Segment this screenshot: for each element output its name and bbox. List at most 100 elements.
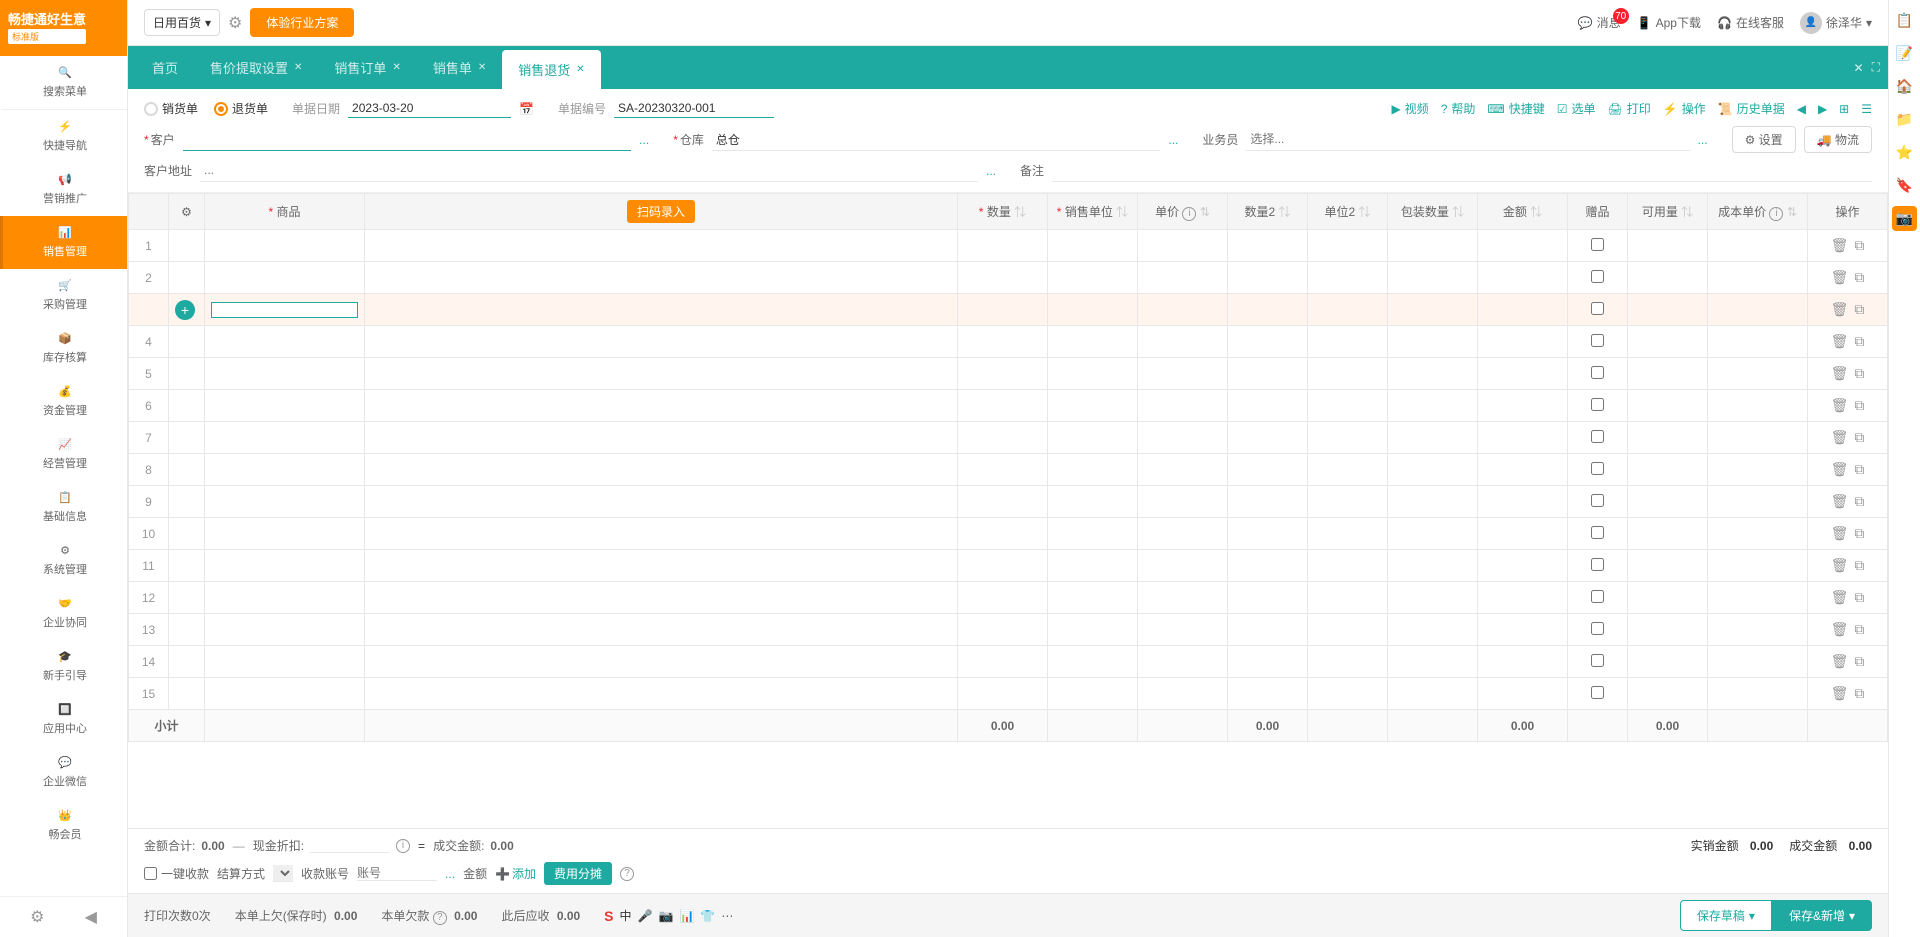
- qty-input-2[interactable]: [964, 271, 1041, 285]
- pkg-input-2[interactable]: [1394, 271, 1471, 285]
- pkg-input-3[interactable]: [1394, 303, 1471, 317]
- pkg-input-5[interactable]: [1394, 367, 1471, 381]
- qty2-input-8[interactable]: [1234, 463, 1301, 477]
- amount-input-13[interactable]: [1484, 623, 1561, 637]
- copy-icon-14[interactable]: ⧉: [1854, 653, 1864, 670]
- price-input-1[interactable]: [1144, 239, 1221, 253]
- unit-input-2[interactable]: [1054, 271, 1131, 285]
- date-input[interactable]: [348, 99, 511, 118]
- unit-input-12[interactable]: [1054, 591, 1131, 605]
- copy-icon-9[interactable]: ⧉: [1854, 493, 1864, 510]
- row-price-4[interactable]: [1138, 326, 1228, 358]
- goods-input-11[interactable]: [211, 559, 358, 573]
- amount-input-10[interactable]: [1484, 527, 1561, 541]
- gift-checkbox-4[interactable]: [1591, 334, 1604, 347]
- goods-input-15[interactable]: [211, 687, 358, 701]
- qty2-input-12[interactable]: [1234, 591, 1301, 605]
- row-settings-5[interactable]: [169, 358, 205, 390]
- qty2-input-14[interactable]: [1234, 655, 1301, 669]
- qty-input-11[interactable]: [964, 559, 1041, 573]
- price-input-6[interactable]: [1144, 399, 1221, 413]
- row-qty2-11[interactable]: [1228, 550, 1308, 582]
- row-price-12[interactable]: [1138, 582, 1228, 614]
- row-qty-15[interactable]: [958, 678, 1048, 710]
- row-unit2-9[interactable]: [1308, 486, 1388, 518]
- unit2-input-7[interactable]: [1314, 431, 1381, 445]
- price-info-icon[interactable]: i: [1182, 207, 1196, 221]
- unit2-input-5[interactable]: [1314, 367, 1381, 381]
- amount-input-6[interactable]: [1484, 399, 1561, 413]
- tab-sales-order[interactable]: 销售订单 ✕: [318, 48, 416, 87]
- qty-input-5[interactable]: [964, 367, 1041, 381]
- row-qty-6[interactable]: [958, 390, 1048, 422]
- price-input-10[interactable]: [1144, 527, 1221, 541]
- row-qty2-15[interactable]: [1228, 678, 1308, 710]
- row-gift-12[interactable]: [1568, 582, 1628, 614]
- row-price-10[interactable]: [1138, 518, 1228, 550]
- row-goods-10[interactable]: [205, 518, 365, 550]
- discount-input[interactable]: [310, 838, 390, 853]
- row-amount-14[interactable]: [1478, 646, 1568, 678]
- user-menu[interactable]: 👤 徐泽华 ▾: [1800, 12, 1872, 34]
- qty2-input-15[interactable]: [1234, 687, 1301, 701]
- row-pkg-11[interactable]: [1388, 550, 1478, 582]
- row-unit-7[interactable]: [1048, 422, 1138, 454]
- row-pkg-4[interactable]: [1388, 326, 1478, 358]
- row-settings-10[interactable]: [169, 518, 205, 550]
- row-goods-8[interactable]: [205, 454, 365, 486]
- message-btn[interactable]: 💬 消息 70: [1578, 14, 1621, 31]
- sidebar-search[interactable]: 🔍 搜索菜单: [0, 56, 127, 110]
- gift-checkbox-3[interactable]: [1591, 302, 1604, 315]
- col-header-settings[interactable]: ⚙: [169, 194, 205, 230]
- row-price-2[interactable]: [1138, 262, 1228, 294]
- row-settings-4[interactable]: [169, 326, 205, 358]
- unit2-input-11[interactable]: [1314, 559, 1381, 573]
- row-unit-4[interactable]: [1048, 326, 1138, 358]
- row-amount-10[interactable]: [1478, 518, 1568, 550]
- row-pkg-12[interactable]: [1388, 582, 1478, 614]
- row-amount-15[interactable]: [1478, 678, 1568, 710]
- row-unit-5[interactable]: [1048, 358, 1138, 390]
- sidebar-item-wechat[interactable]: 💬 企业微信: [0, 746, 127, 799]
- price-input-3[interactable]: [1144, 303, 1221, 317]
- calc-method-select[interactable]: [273, 865, 293, 882]
- row-pkg-3[interactable]: [1388, 294, 1478, 326]
- goods-input-8[interactable]: [211, 463, 358, 477]
- tab-close-icon[interactable]: ✕: [294, 62, 302, 73]
- row-unit-12[interactable]: [1048, 582, 1138, 614]
- unit-input-5[interactable]: [1054, 367, 1131, 381]
- list-view-icon[interactable]: ☰: [1861, 102, 1872, 116]
- unit-input-4[interactable]: [1054, 335, 1131, 349]
- delete-icon-2[interactable]: 🗑: [1831, 269, 1849, 286]
- delete-icon-14[interactable]: 🗑: [1831, 653, 1849, 670]
- row-gift-10[interactable]: [1568, 518, 1628, 550]
- price-input-2[interactable]: [1144, 271, 1221, 285]
- settings-bottom-icon[interactable]: ⚙: [30, 907, 44, 927]
- tab-close-icon[interactable]: ✕: [576, 64, 584, 75]
- amount-input-7[interactable]: [1484, 431, 1561, 445]
- row-qty2-12[interactable]: [1228, 582, 1308, 614]
- row-settings-1[interactable]: [169, 230, 205, 262]
- row-unit-2[interactable]: [1048, 262, 1138, 294]
- row-price-5[interactable]: [1138, 358, 1228, 390]
- tab-close-icon[interactable]: ✕: [478, 62, 486, 73]
- qty2-input-2[interactable]: [1234, 271, 1301, 285]
- industry-select[interactable]: 日用百货 ▾: [144, 9, 220, 36]
- goods-input-9[interactable]: [211, 495, 358, 509]
- row-gift-9[interactable]: [1568, 486, 1628, 518]
- video-btn[interactable]: ▶ 视频: [1391, 100, 1428, 117]
- amount-input-3[interactable]: [1484, 303, 1561, 317]
- row-qty2-9[interactable]: [1228, 486, 1308, 518]
- unit2-input-14[interactable]: [1314, 655, 1381, 669]
- unit2-input-15[interactable]: [1314, 687, 1381, 701]
- row-unit-13[interactable]: [1048, 614, 1138, 646]
- row-pkg-7[interactable]: [1388, 422, 1478, 454]
- logistics-btn[interactable]: 🚚 物流: [1804, 126, 1872, 153]
- warehouse-input[interactable]: [712, 128, 1160, 151]
- row-unit-10[interactable]: [1048, 518, 1138, 550]
- pkg-input-14[interactable]: [1394, 655, 1471, 669]
- copy-icon-13[interactable]: ⧉: [1854, 621, 1864, 638]
- account-input[interactable]: [357, 866, 437, 881]
- gift-checkbox-13[interactable]: [1591, 622, 1604, 635]
- amount-input-4[interactable]: [1484, 335, 1561, 349]
